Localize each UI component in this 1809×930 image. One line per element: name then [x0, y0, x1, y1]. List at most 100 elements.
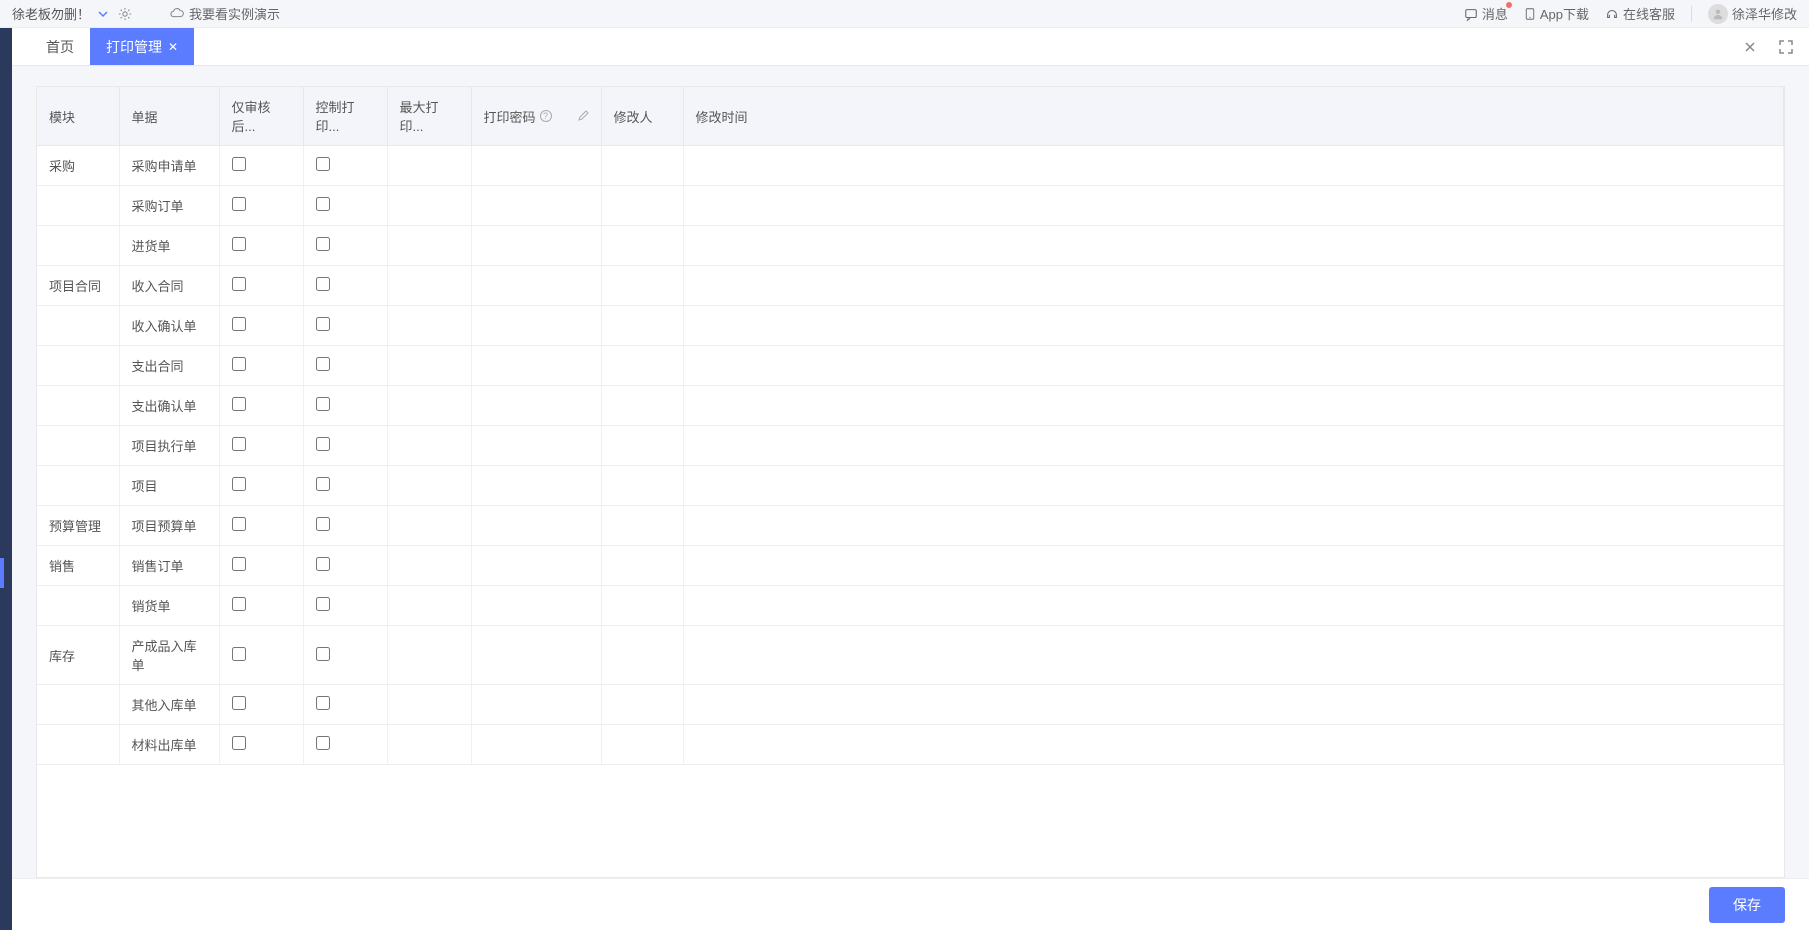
cell-control-print [303, 725, 387, 765]
cell-module [37, 725, 119, 765]
th-max-print: 最大打印... [387, 87, 471, 146]
cell-max-print [387, 586, 471, 626]
cell-after-audit [219, 426, 303, 466]
cell-bill: 销货单 [119, 586, 219, 626]
gear-icon[interactable] [118, 7, 132, 21]
table-row: 项目执行单 [37, 426, 1784, 466]
user-menu[interactable]: 徐泽华修改 [1708, 4, 1797, 24]
company-selector[interactable]: 徐老板勿删！ [12, 4, 108, 23]
checkbox-control-print[interactable] [316, 157, 330, 171]
cell-password [471, 386, 601, 426]
cell-max-print [387, 685, 471, 725]
fullscreen-button[interactable] [1775, 36, 1797, 58]
cell-modify-time [683, 586, 1784, 626]
cell-bill: 其他入库单 [119, 685, 219, 725]
checkbox-control-print[interactable] [316, 437, 330, 451]
checkbox-after-audit[interactable] [232, 277, 246, 291]
cell-bill: 销售订单 [119, 546, 219, 586]
cell-module: 销售 [37, 546, 119, 586]
online-service-link[interactable]: 在线客服 [1605, 4, 1675, 23]
checkbox-control-print[interactable] [316, 517, 330, 531]
cell-module: 项目合同 [37, 266, 119, 306]
help-icon[interactable]: ? [540, 110, 552, 122]
cell-control-print [303, 685, 387, 725]
checkbox-control-print[interactable] [316, 736, 330, 750]
checkbox-after-audit[interactable] [232, 357, 246, 371]
checkbox-after-audit[interactable] [232, 197, 246, 211]
cell-after-audit [219, 466, 303, 506]
checkbox-control-print[interactable] [316, 477, 330, 491]
cell-max-print [387, 306, 471, 346]
cell-max-print [387, 346, 471, 386]
table-row: 收入确认单 [37, 306, 1784, 346]
sidebar [0, 28, 12, 930]
checkbox-control-print[interactable] [316, 397, 330, 411]
messages-label: 消息 [1482, 4, 1508, 23]
messages-link[interactable]: 消息 [1464, 4, 1508, 23]
cell-bill: 进货单 [119, 226, 219, 266]
checkbox-after-audit[interactable] [232, 237, 246, 251]
tab-print-management[interactable]: 打印管理 ✕ [90, 28, 194, 65]
cell-module [37, 386, 119, 426]
cell-modify-time [683, 266, 1784, 306]
message-icon [1464, 7, 1478, 21]
tab-home[interactable]: 首页 [30, 28, 90, 65]
checkbox-control-print[interactable] [316, 237, 330, 251]
checkbox-after-audit[interactable] [232, 477, 246, 491]
checkbox-after-audit[interactable] [232, 157, 246, 171]
sidebar-active-indicator [0, 558, 4, 588]
cell-control-print [303, 466, 387, 506]
cell-bill: 项目执行单 [119, 426, 219, 466]
app-download-link[interactable]: App下载 [1524, 4, 1589, 23]
checkbox-control-print[interactable] [316, 357, 330, 371]
checkbox-after-audit[interactable] [232, 517, 246, 531]
close-icon[interactable]: ✕ [168, 40, 178, 54]
cell-module [37, 586, 119, 626]
checkbox-control-print[interactable] [316, 277, 330, 291]
cell-bill: 项目 [119, 466, 219, 506]
checkbox-control-print[interactable] [316, 317, 330, 331]
save-button[interactable]: 保存 [1709, 887, 1785, 923]
checkbox-after-audit[interactable] [232, 647, 246, 661]
demo-link[interactable]: 我要看实例演示 [170, 4, 280, 23]
cell-password [471, 186, 601, 226]
table-row: 进货单 [37, 226, 1784, 266]
checkbox-after-audit[interactable] [232, 437, 246, 451]
cell-password [471, 546, 601, 586]
checkbox-after-audit[interactable] [232, 597, 246, 611]
table-row: 支出合同 [37, 346, 1784, 386]
cell-password [471, 226, 601, 266]
cell-modifier [601, 426, 683, 466]
cell-modifier [601, 626, 683, 685]
cell-after-audit [219, 725, 303, 765]
checkbox-after-audit[interactable] [232, 317, 246, 331]
headset-icon [1605, 7, 1619, 21]
edit-icon[interactable] [577, 110, 589, 122]
checkbox-after-audit[interactable] [232, 696, 246, 710]
chevron-down-icon [98, 9, 108, 19]
company-name: 徐老板勿删！ [12, 4, 90, 23]
checkbox-control-print[interactable] [316, 696, 330, 710]
cell-modifier [601, 725, 683, 765]
cell-control-print [303, 626, 387, 685]
cell-max-print [387, 466, 471, 506]
cell-password [471, 506, 601, 546]
cell-control-print [303, 546, 387, 586]
checkbox-control-print[interactable] [316, 197, 330, 211]
cell-bill: 收入确认单 [119, 306, 219, 346]
checkbox-after-audit[interactable] [232, 557, 246, 571]
cell-max-print [387, 426, 471, 466]
cell-password [471, 146, 601, 186]
cell-max-print [387, 546, 471, 586]
checkbox-control-print[interactable] [316, 647, 330, 661]
cell-bill: 收入合同 [119, 266, 219, 306]
cell-modifier [601, 506, 683, 546]
cell-after-audit [219, 226, 303, 266]
checkbox-after-audit[interactable] [232, 397, 246, 411]
checkbox-control-print[interactable] [316, 557, 330, 571]
cell-password [471, 466, 601, 506]
checkbox-control-print[interactable] [316, 597, 330, 611]
table-row: 采购采购申请单 [37, 146, 1784, 186]
close-all-tabs-button[interactable] [1739, 36, 1761, 58]
checkbox-after-audit[interactable] [232, 736, 246, 750]
